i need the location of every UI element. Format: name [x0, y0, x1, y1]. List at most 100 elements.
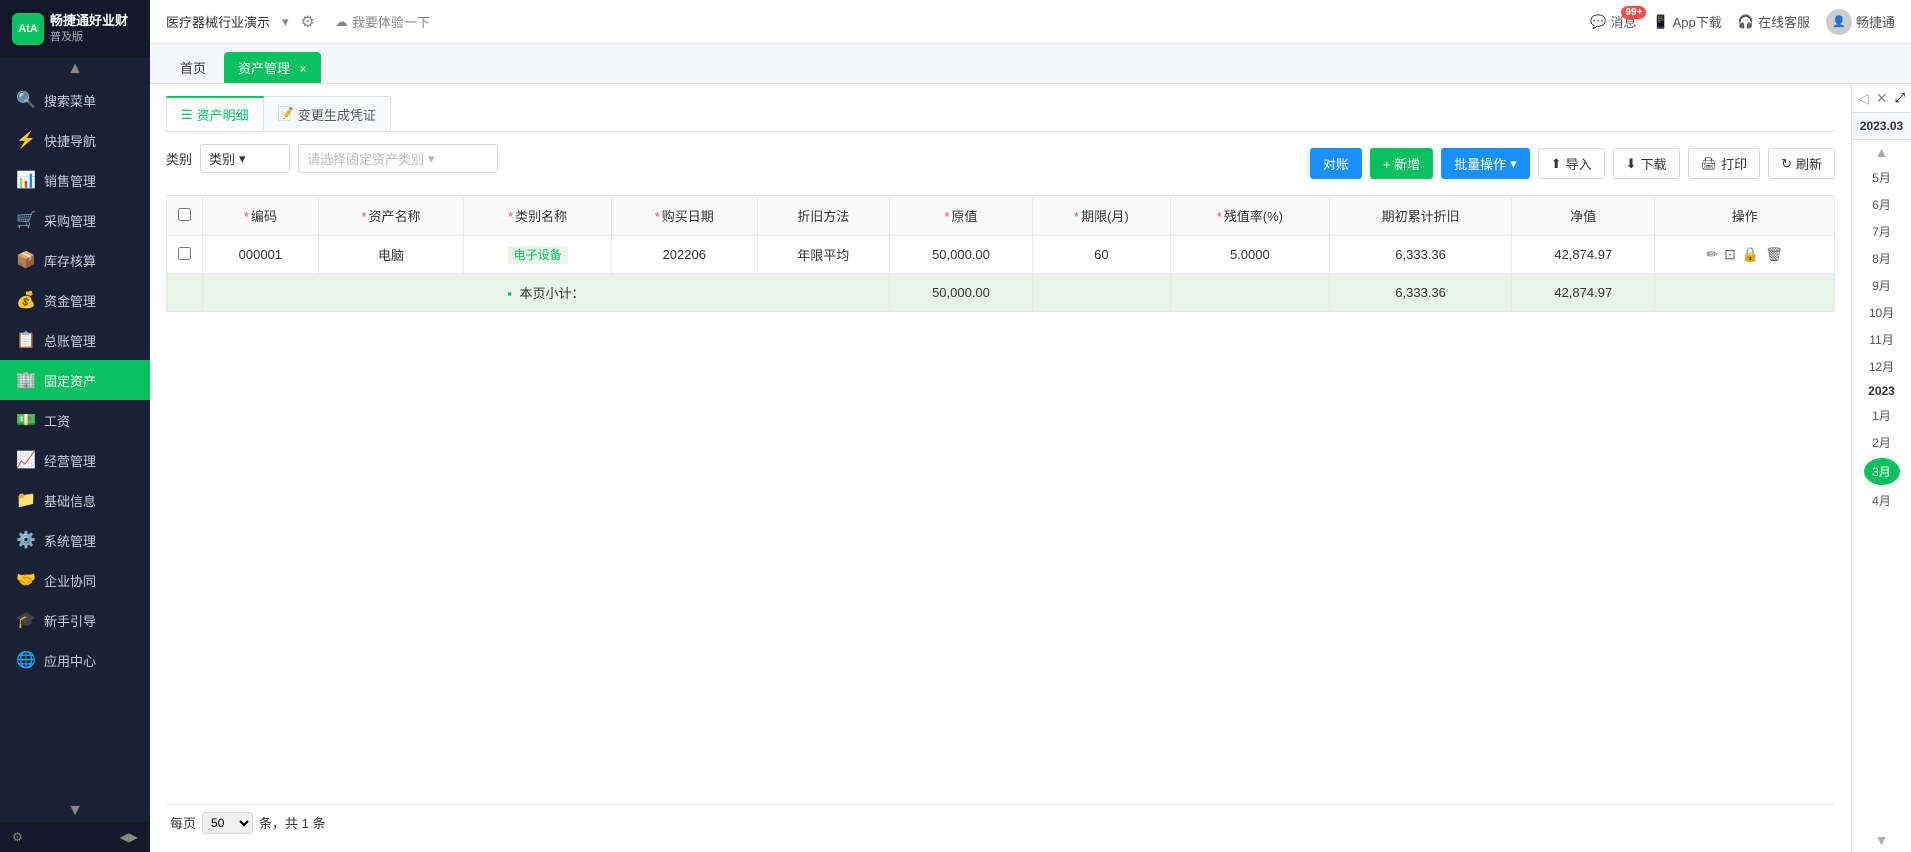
row-residual-rate: 5.0000 — [1170, 236, 1330, 274]
th-depreciation-method: 折旧方法 — [757, 196, 889, 236]
sidebar-item-search[interactable]: 🔍 搜索菜单 — [0, 80, 150, 120]
salary-icon: 💵 — [16, 410, 36, 430]
cal-month-1[interactable]: 1月 — [1852, 402, 1911, 429]
search-icon: 🔍 — [16, 90, 36, 110]
row-accumulated-depreciation: 6,333.36 — [1330, 236, 1512, 274]
app-download-button[interactable]: 📱 App下载 — [1652, 12, 1721, 31]
import-button[interactable]: ⬆ 导入 — [1538, 148, 1605, 179]
tab-close-icon[interactable]: × — [300, 62, 307, 76]
pagination: 每页 50 10 20 100 条，共 1 条 — [166, 804, 1835, 840]
calendar-months: 5月 6月 7月 8月 9月 10月 11月 12月 2023 1月 2月 3月… — [1852, 164, 1911, 828]
sidebar-item-collab[interactable]: 🤝 企业协同 — [0, 560, 150, 600]
cal-month-10[interactable]: 10月 — [1852, 299, 1911, 326]
system-icon: ⚙️ — [16, 530, 36, 550]
sidebar-bottom: ⚙ ◀▶ — [0, 822, 150, 852]
row-period: 60 — [1033, 236, 1170, 274]
asset-category-select[interactable]: 请选择固定资产类别 ▾ — [298, 144, 498, 173]
th-period: *期限(月) — [1033, 196, 1170, 236]
subtab-voucher-change[interactable]: 📝 变更生成凭证 — [263, 96, 391, 131]
row-category: 电子设备 — [464, 236, 612, 274]
cal-month-7[interactable]: 7月 — [1852, 218, 1911, 245]
subtab-asset-detail[interactable]: ☰ 资产明细 — [166, 96, 264, 131]
app-version: 普及版 — [50, 30, 128, 44]
cal-month-5[interactable]: 5月 — [1852, 164, 1911, 191]
sidebar-item-ledger[interactable]: 📋 总账管理 — [0, 320, 150, 360]
th-original-value: *原值 — [889, 196, 1032, 236]
sidebar-item-basic-info[interactable]: 📁 基础信息 — [0, 480, 150, 520]
copy-icon[interactable]: ⊡ — [1724, 246, 1736, 263]
calendar-up-arrow[interactable]: ▲ — [1875, 144, 1889, 160]
filter-label: 类别 — [166, 149, 192, 168]
operations-icon: 📈 — [16, 450, 36, 470]
finance-icon: 💰 — [16, 290, 36, 310]
cal-month-8[interactable]: 8月 — [1852, 245, 1911, 272]
cal-month-3-current[interactable]: 3月 — [1864, 458, 1900, 485]
download-button[interactable]: ⬇ 下载 — [1613, 148, 1680, 179]
select-all-checkbox[interactable] — [178, 208, 191, 221]
sidebar-item-salary[interactable]: 💵 工资 — [0, 400, 150, 440]
download-icon: 📱 — [1652, 14, 1668, 30]
experience-icon: ☁ — [335, 14, 348, 30]
delete-icon[interactable]: 🗑 — [1765, 246, 1783, 263]
batch-ops-button[interactable]: 批量操作 ▾ — [1441, 148, 1530, 179]
collapse-icon[interactable]: ◀▶ — [120, 830, 138, 844]
cal-month-11[interactable]: 11月 — [1852, 326, 1911, 353]
settings-icon[interactable]: ⚙ — [12, 830, 23, 844]
sidebar-item-system[interactable]: ⚙️ 系统管理 — [0, 520, 150, 560]
cal-month-6[interactable]: 6月 — [1852, 191, 1911, 218]
sidebar-item-operations[interactable]: 📈 经营管理 — [0, 440, 150, 480]
edit-icon[interactable]: ✏ — [1706, 246, 1718, 263]
sidebar-item-label: 工资 — [44, 411, 70, 430]
tab-asset-management[interactable]: 资产管理 × — [224, 52, 321, 83]
sidebar-item-quicknav[interactable]: ⚡ 快捷导航 — [0, 120, 150, 160]
resize-icon[interactable]: ⤢ — [1895, 90, 1905, 106]
avatar: 👤 — [1826, 9, 1852, 35]
settings-gear-icon[interactable]: ⚙ — [301, 12, 315, 32]
user-profile[interactable]: 👤 畅捷通 — [1826, 9, 1895, 35]
row-checkbox[interactable] — [178, 247, 191, 260]
messages-badge: 99+ — [1621, 6, 1646, 19]
subtotal-period — [1033, 274, 1170, 312]
right-panel: ◁ ✕ ⤢ 2023.03 ▲ 5月 6月 7月 8月 9月 10月 11月 1… — [1851, 84, 1911, 852]
sidebar-scroll-up[interactable]: ▲ — [0, 58, 150, 80]
customer-service-button[interactable]: 🎧 在线客服 — [1738, 12, 1810, 31]
experience-button[interactable]: ☁ 我要体验一下 — [335, 12, 430, 31]
new-button[interactable]: + 新增 — [1370, 148, 1433, 179]
cal-month-12[interactable]: 12月 — [1852, 353, 1911, 380]
asset-category-arrow: ▾ — [428, 151, 435, 167]
sidebar-scroll-down[interactable]: ▼ — [0, 800, 150, 822]
main-area: 医疗器械行业演示 ▾ ⚙ ☁ 我要体验一下 💬 消息 99+ 📱 App下载 🎧… — [150, 0, 1911, 852]
sidebar-item-label: 搜索菜单 — [44, 91, 96, 110]
print-button[interactable]: 🖨 打印 — [1688, 148, 1761, 179]
expand-icon[interactable]: ◁ — [1858, 90, 1869, 107]
category-select[interactable]: 类别 ▾ — [200, 144, 290, 173]
reconcile-button[interactable]: 对账 — [1310, 148, 1362, 179]
lock-icon[interactable]: 🔒 — [1742, 246, 1759, 263]
messages-button[interactable]: 💬 消息 99+ — [1590, 12, 1636, 31]
sidebar-item-purchase[interactable]: 🛒 采购管理 — [0, 200, 150, 240]
batch-ops-arrow: ▾ — [1510, 156, 1517, 172]
subtotal-original-value: 50,000.00 — [889, 274, 1032, 312]
customer-service-icon: 🎧 — [1738, 14, 1754, 30]
cal-month-9[interactable]: 9月 — [1852, 272, 1911, 299]
calendar-down-controls: ▼ — [1875, 828, 1889, 852]
calendar-down-arrow[interactable]: ▼ — [1875, 832, 1889, 848]
sidebar-item-inventory[interactable]: 📦 库存核算 — [0, 240, 150, 280]
refresh-button[interactable]: ↻ 刷新 — [1768, 148, 1835, 179]
close-icon[interactable]: ✕ — [1872, 88, 1892, 108]
cal-month-2[interactable]: 2月 — [1852, 429, 1911, 456]
tabs-bar: 首页 资产管理 × — [150, 44, 1911, 84]
sidebar-item-app-center[interactable]: 🌐 应用中心 — [0, 640, 150, 680]
tab-home[interactable]: 首页 — [166, 52, 220, 83]
ledger-icon: 📋 — [16, 330, 36, 350]
per-page-select[interactable]: 50 10 20 100 — [202, 812, 253, 834]
sidebar-item-finance[interactable]: 💰 资金管理 — [0, 280, 150, 320]
sidebar-item-label: 应用中心 — [44, 651, 96, 670]
table-row: 000001 电脑 电子设备 202206 年限平均 50,000.00 60 … — [167, 236, 1835, 274]
sidebar-item-fixed-assets[interactable]: 🏢 固定资产 — [0, 360, 150, 400]
sidebar-item-guide[interactable]: 🎓 新手引导 — [0, 600, 150, 640]
row-original-value: 50,000.00 — [889, 236, 1032, 274]
company-dropdown-icon[interactable]: ▾ — [282, 14, 289, 30]
cal-month-4[interactable]: 4月 — [1852, 487, 1911, 514]
sidebar-item-sales[interactable]: 📊 销售管理 — [0, 160, 150, 200]
